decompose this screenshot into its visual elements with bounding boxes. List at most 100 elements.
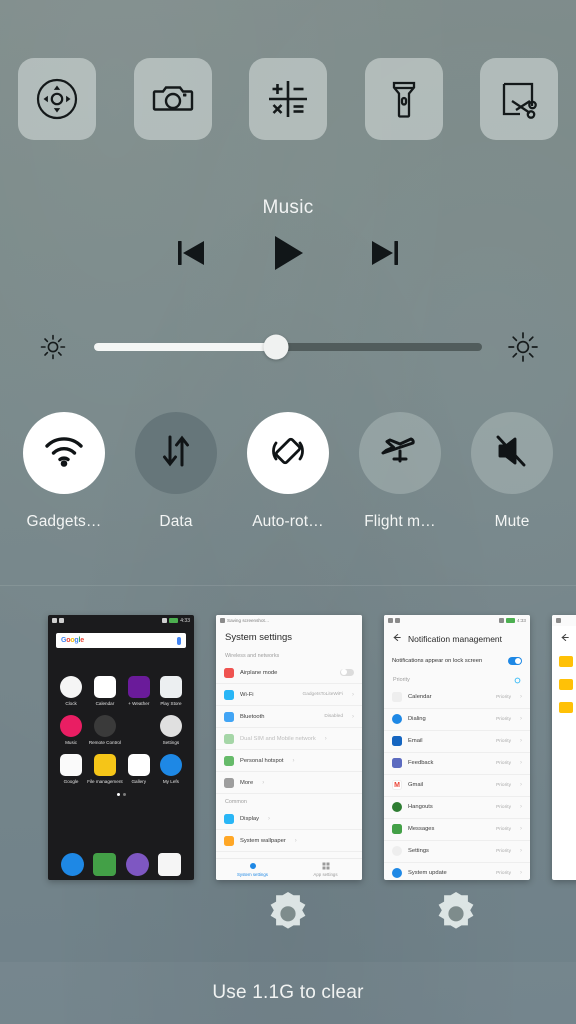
home-app-label: Music <box>65 740 78 745</box>
home-app-clock[interactable]: Clock <box>55 676 87 706</box>
music-previous-button[interactable] <box>171 236 211 275</box>
page-dot-active <box>116 793 120 796</box>
recent-card-home-screen[interactable]: 4:33 Google Clock Calendar + Weather Pla… <box>48 615 194 880</box>
google-folder-icon <box>60 754 83 776</box>
notification-row-feedback[interactable]: Feedback Priority › <box>384 753 530 775</box>
recent-card-file-manager[interactable]: F <box>552 615 576 880</box>
settings-row-bluetooth[interactable]: Bluetooth Disabled › <box>216 706 362 728</box>
music-play-button[interactable] <box>265 232 311 279</box>
music-next-button[interactable] <box>365 236 405 275</box>
recent-card-notification-management[interactable]: 4:33 Notification management Notificatio… <box>384 615 530 880</box>
settings-row-system-wallpaper[interactable]: System wallpaper › <box>216 830 362 852</box>
home-app-calendar[interactable]: Calendar <box>87 676 123 706</box>
home-app-file-management[interactable]: File management <box>87 754 123 784</box>
settings-row-personal-hotspot[interactable]: Personal hotspot › <box>216 750 362 772</box>
shortcut-calculator[interactable] <box>249 58 327 140</box>
dock-phone-icon[interactable] <box>60 853 84 876</box>
home-app-settings[interactable]: Settings <box>155 715 187 745</box>
notification-row-system-update[interactable]: System update Priority › <box>384 863 530 881</box>
wallpaper-icon <box>224 835 234 846</box>
notification-row-settings[interactable]: Settings Priority › <box>384 841 530 863</box>
tab-app-settings[interactable]: App settings <box>289 859 362 880</box>
card-status-bar: 4:33 <box>48 615 194 626</box>
notification-row-gmail[interactable]: M Gmail Priority › <box>384 775 530 797</box>
recent-apps-strip[interactable]: 4:33 Google Clock Calendar + Weather Pla… <box>0 615 576 885</box>
battery-status-icon <box>506 618 516 623</box>
home-app-play-store[interactable]: Play Store <box>155 676 187 706</box>
gear-icon[interactable] <box>428 886 484 942</box>
notification-row-email[interactable]: Email Priority › <box>384 731 530 753</box>
settings-row-display[interactable]: Display › <box>216 808 362 830</box>
home-app-my-lefs[interactable]: My Lefs <box>155 754 187 784</box>
shortcut-screenshot[interactable] <box>480 58 558 140</box>
clear-memory-bar[interactable]: Use 1.1G to clear <box>0 962 576 1024</box>
home-app-label: Remote Control <box>88 740 121 745</box>
toggle-mute[interactable]: Mute <box>464 412 560 531</box>
microphone-icon[interactable] <box>177 636 181 645</box>
home-app-remote-control[interactable]: Remote Control <box>87 715 123 745</box>
settings-row-airplane-mode[interactable]: Airplane mode <box>216 662 362 684</box>
notification-row-messages[interactable]: Messages Priority › <box>384 819 530 841</box>
shortcut-flashlight[interactable] <box>364 58 443 140</box>
airplane-mode-switch[interactable] <box>340 668 354 677</box>
settings-row-more[interactable]: More › <box>216 772 362 794</box>
notifications-lockscreen-row[interactable]: Notifications appear on lock screen <box>384 650 530 672</box>
toggle-auto-rotate-circle[interactable] <box>247 412 329 494</box>
home-google-search-bar[interactable]: Google <box>56 633 186 648</box>
home-app-google-folder[interactable]: Google <box>55 754 87 784</box>
notification-row-value: Priority <box>496 848 511 854</box>
brightness-slider[interactable] <box>94 334 482 360</box>
google-logo: Google <box>61 637 84 644</box>
dialing-icon <box>392 714 402 724</box>
chevron-right-icon: › <box>294 837 297 844</box>
toggle-auto-rotate[interactable]: Auto-rot… <box>240 412 336 531</box>
recent-card-system-settings[interactable]: Saving screenshot… System settings Wirel… <box>216 615 362 880</box>
home-app-weather[interactable]: + Weather <box>123 676 155 706</box>
tab-system-settings[interactable]: System settings <box>216 859 289 880</box>
toggle-data[interactable]: Data <box>128 412 224 531</box>
back-arrow-icon[interactable] <box>392 633 401 644</box>
shortcut-navigation-key[interactable] <box>18 58 96 140</box>
notification-row-calendar[interactable]: Calendar Priority › <box>384 687 530 709</box>
settings-row-dual-sim[interactable]: Dual SIM and Mobile network › <box>216 728 362 750</box>
home-app-gallery[interactable]: Gallery <box>123 754 155 784</box>
settings-row-value: GadgetsToLiteWiFi <box>302 692 343 697</box>
dock-messages-icon[interactable] <box>93 853 117 876</box>
home-app-music[interactable]: Music <box>55 715 87 745</box>
brightness-high-icon <box>500 330 546 364</box>
brightness-slider-thumb[interactable] <box>263 334 289 360</box>
toggle-data-circle[interactable] <box>135 412 217 494</box>
gear-icon[interactable] <box>514 677 521 684</box>
settings-app-icon <box>159 715 182 737</box>
toggle-mute-circle[interactable] <box>471 412 553 494</box>
airplane-icon <box>379 433 421 474</box>
notification-row-dialing[interactable]: Dialing Priority › <box>384 709 530 731</box>
dock-browser-icon[interactable] <box>125 853 149 876</box>
notification-row-hangouts[interactable]: Hangouts Priority › <box>384 797 530 819</box>
file-manager-header: F <box>552 626 576 650</box>
notification-row-value: Priority <box>496 804 511 810</box>
toggle-wifi-circle[interactable] <box>23 412 105 494</box>
clock-icon <box>60 676 83 698</box>
settings-section-header: Common <box>225 799 247 805</box>
mute-icon <box>492 433 532 474</box>
bluetooth-icon <box>224 711 234 722</box>
toggle-flight-mode-circle[interactable] <box>359 412 441 494</box>
skip-next-icon <box>365 236 405 275</box>
back-arrow-icon[interactable] <box>560 633 569 644</box>
file-row[interactable] <box>552 696 576 719</box>
toggle-flight-mode[interactable]: Flight m… <box>352 412 448 531</box>
weather-icon <box>127 676 150 698</box>
gmail-icon: M <box>392 780 402 790</box>
gear-icon[interactable] <box>260 886 316 942</box>
file-row[interactable] <box>552 673 576 696</box>
file-row[interactable] <box>552 650 576 673</box>
shortcut-camera[interactable] <box>133 58 212 140</box>
dock-camera-icon[interactable] <box>158 853 182 876</box>
settings-row-wifi[interactable]: Wi-Fi GadgetsToLiteWiFi › <box>216 684 362 706</box>
tab-label: System settings <box>237 871 268 877</box>
camera-icon <box>150 76 196 122</box>
toggle-wifi[interactable]: Gadgets… <box>16 412 112 531</box>
notifications-lockscreen-switch[interactable] <box>508 657 522 665</box>
notification-row-value: Priority <box>496 870 511 876</box>
